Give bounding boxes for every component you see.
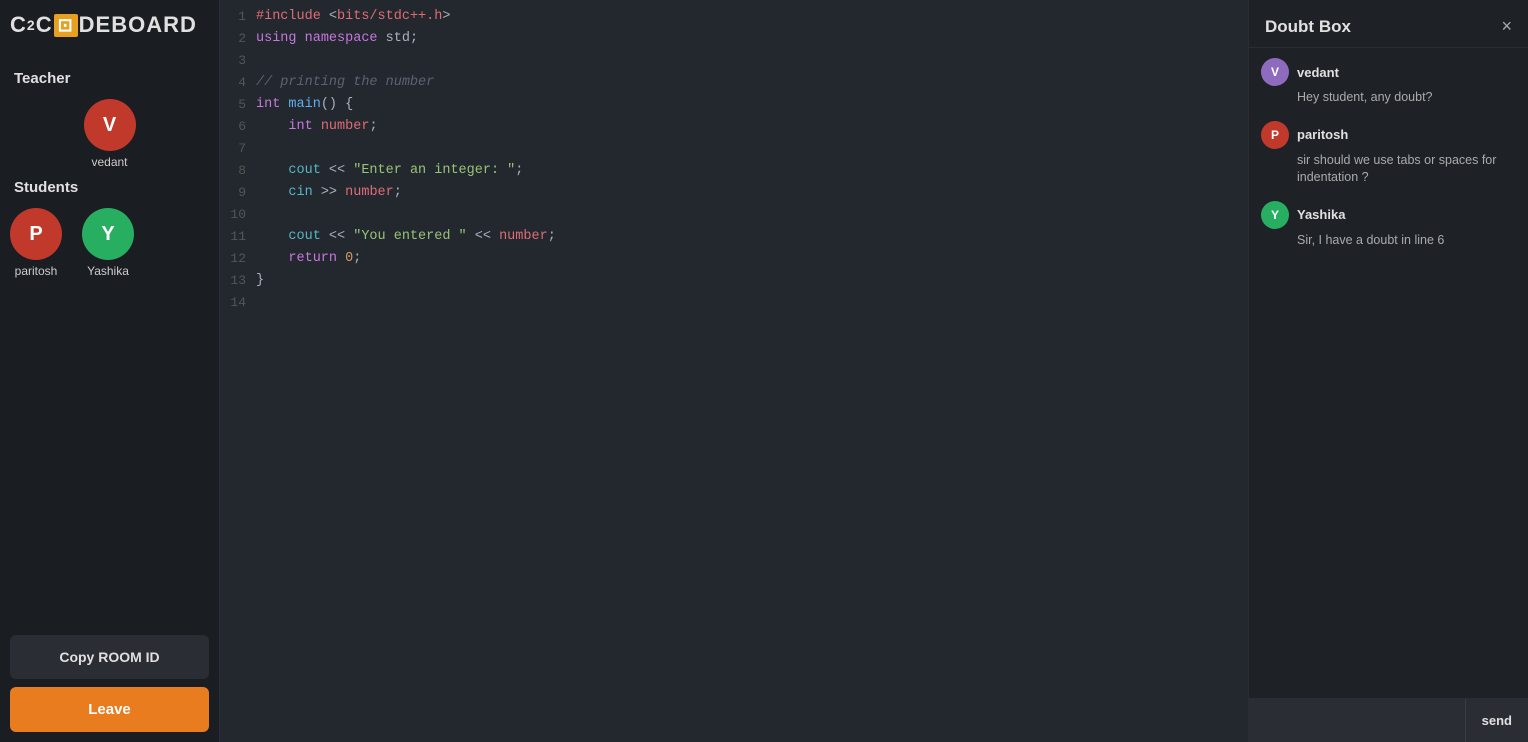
logo-area: C2 C ⊡ DEBOARD: [0, 0, 219, 50]
student-avatar-yashika: Y: [82, 208, 134, 260]
code-line-5: 5 int main() {: [220, 96, 1248, 118]
student-item-paritosh: P paritosh: [10, 208, 62, 278]
code-line-9: 9 cin >> number;: [220, 184, 1248, 206]
code-line-7: 7: [220, 140, 1248, 162]
copy-room-id-button[interactable]: Copy ROOM ID: [10, 635, 209, 679]
doubt-username-vedant: vedant: [1297, 65, 1339, 80]
doubt-input-field[interactable]: [1249, 699, 1465, 742]
sidebar-bottom: Copy ROOM ID Leave: [0, 625, 219, 742]
doubt-message-vedant: V vedant Hey student, any doubt?: [1261, 58, 1516, 107]
code-line-2: 2 using namespace std;: [220, 30, 1248, 52]
code-editor[interactable]: 1 #include <bits/stdc++.h> 2 using names…: [220, 0, 1248, 742]
doubt-box: Doubt Box × V vedant Hey student, any do…: [1248, 0, 1528, 742]
doubt-messages-list: V vedant Hey student, any doubt? P parit…: [1249, 48, 1528, 698]
app-logo: C2 C ⊡ DEBOARD: [10, 12, 209, 38]
code-line-12: 12 return 0;: [220, 250, 1248, 272]
teacher-section-title: Teacher: [14, 70, 209, 87]
doubt-avatar-vedant: V: [1261, 58, 1289, 86]
doubt-message-yashika: Y Yashika Sir, I have a doubt in line 6: [1261, 201, 1516, 250]
student-item-yashika: Y Yashika: [82, 208, 134, 278]
student-name-paritosh: paritosh: [15, 264, 58, 278]
doubt-avatar-paritosh: P: [1261, 121, 1289, 149]
code-line-3: 3: [220, 52, 1248, 74]
doubt-send-button[interactable]: send: [1465, 699, 1528, 742]
teacher-avatar-row: V vedant: [10, 99, 209, 169]
doubt-box-title: Doubt Box: [1265, 17, 1351, 37]
logo-c: C: [10, 12, 27, 38]
code-line-4: 4 // printing the number: [220, 74, 1248, 96]
code-line-11: 11 cout << "You entered " << number;: [220, 228, 1248, 250]
student-avatar-paritosh: P: [10, 208, 62, 260]
doubt-message-paritosh: P paritosh sir should we use tabs or spa…: [1261, 121, 1516, 187]
students-row: P paritosh Y Yashika: [10, 208, 209, 278]
code-line-1: 1 #include <bits/stdc++.h>: [220, 8, 1248, 30]
code-line-8: 8 cout << "Enter an integer: ";: [220, 162, 1248, 184]
code-line-13: 13 }: [220, 272, 1248, 294]
doubt-username-yashika: Yashika: [1297, 207, 1345, 222]
teacher-name: vedant: [91, 155, 127, 169]
doubt-msg-header-paritosh: P paritosh: [1261, 121, 1516, 149]
sidebar-content: Teacher V vedant Students P paritosh Y Y…: [0, 50, 219, 625]
doubt-msg-header-vedant: V vedant: [1261, 58, 1516, 86]
doubt-username-paritosh: paritosh: [1297, 127, 1348, 142]
leave-button[interactable]: Leave: [10, 687, 209, 732]
doubt-box-close-button[interactable]: ×: [1501, 16, 1512, 37]
doubt-avatar-yashika: Y: [1261, 201, 1289, 229]
doubt-text-yashika: Sir, I have a doubt in line 6: [1261, 232, 1516, 250]
doubt-msg-header-yashika: Y Yashika: [1261, 201, 1516, 229]
doubt-text-paritosh: sir should we use tabs or spaces for ind…: [1261, 152, 1516, 187]
code-line-6: 6 int number;: [220, 118, 1248, 140]
code-line-10: 10: [220, 206, 1248, 228]
student-name-yashika: Yashika: [87, 264, 129, 278]
teacher-avatar: V: [84, 99, 136, 151]
doubt-text-vedant: Hey student, any doubt?: [1261, 89, 1516, 107]
sidebar: C2 C ⊡ DEBOARD Teacher V vedant Students…: [0, 0, 220, 742]
code-line-14: 14: [220, 294, 1248, 316]
doubt-box-header: Doubt Box ×: [1249, 0, 1528, 48]
doubt-input-area: send: [1249, 698, 1528, 742]
students-section-title: Students: [14, 179, 209, 196]
